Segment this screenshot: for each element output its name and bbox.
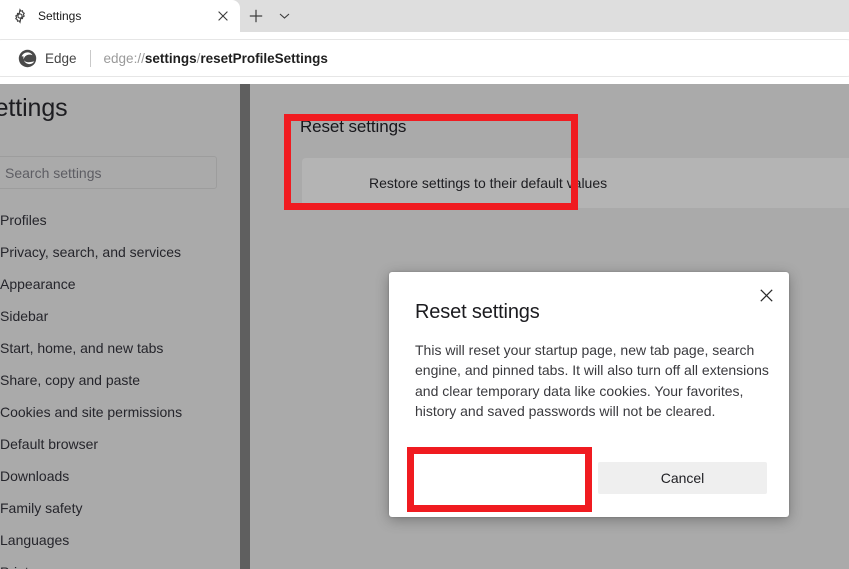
plus-icon[interactable] <box>243 4 269 28</box>
search-settings-input[interactable]: Search settings <box>0 156 217 189</box>
sidebar-item-label: Sidebar <box>0 308 49 324</box>
reset-settings-heading: Reset settings <box>300 117 407 136</box>
sidebar-item-label: Start, home, and new tabs <box>0 340 164 356</box>
reset-button[interactable]: Reset <box>415 462 584 494</box>
restore-defaults-label: Restore settings to their default values <box>369 175 608 191</box>
sidebar-item-cookies-site-permissions[interactable]: Cookies and site permissions <box>0 396 240 428</box>
page-title: Settings <box>0 94 68 122</box>
sidebar-item-default-browser[interactable]: Default browser <box>0 428 240 460</box>
dialog-button-row: Reset Cancel <box>415 462 767 494</box>
dialog-body-text: This will reset your startup page, new t… <box>415 342 769 420</box>
sidebar-item-sidebar[interactable]: Sidebar <box>0 300 240 332</box>
sidebar-item-label: Default browser <box>0 436 99 452</box>
chevron-down-icon[interactable] <box>272 4 296 28</box>
settings-sidebar: Settings Search settings Profiles Privac… <box>0 84 240 569</box>
sidebar-item-appearance[interactable]: Appearance <box>0 268 240 300</box>
cancel-button[interactable]: Cancel <box>598 462 767 494</box>
tab-strip: Settings <box>0 0 849 32</box>
sidebar-item-label: Share, copy and paste <box>0 372 141 388</box>
url-segment-page: resetProfileSettings <box>200 50 328 66</box>
sidebar-item-start-home-new-tabs[interactable]: Start, home, and new tabs <box>0 332 240 364</box>
reset-settings-dialog: Reset settings This will reset your star… <box>389 272 789 517</box>
url-segment-settings: settings <box>144 50 197 66</box>
sidebar-item-label: Downloads <box>0 468 70 484</box>
sidebar-item-label: Printers <box>0 564 48 569</box>
restore-defaults-row[interactable]: Restore settings to their default values <box>302 158 849 208</box>
dialog-title: Reset settings <box>415 301 540 323</box>
close-icon[interactable] <box>752 281 780 309</box>
sidebar-item-privacy-search-services[interactable]: Privacy, search, and services <box>0 236 240 268</box>
url-text: edge://settings/resetProfileSettings <box>104 51 328 66</box>
sidebar-item-label: Appearance <box>0 276 76 292</box>
omnibox-brand-label: Edge <box>45 50 77 66</box>
settings-nav-list: Profiles Privacy, search, and services A… <box>0 204 240 569</box>
sidebar-item-label: Family safety <box>0 500 83 516</box>
sidebar-item-languages[interactable]: Languages <box>0 524 240 556</box>
address-bar[interactable]: Edge edge://settings/resetProfileSetting… <box>0 40 849 76</box>
sidebar-item-share-copy-paste[interactable]: Share, copy and paste <box>0 364 240 396</box>
url-prefix: edge:// <box>103 50 145 66</box>
sidebar-item-label: Cookies and site permissions <box>0 404 183 420</box>
tab-settings[interactable]: Settings <box>0 0 240 32</box>
tab-title: Settings <box>38 9 82 23</box>
gear-icon <box>12 8 28 24</box>
sidebar-item-downloads[interactable]: Downloads <box>0 460 240 492</box>
sidebar-item-label: Languages <box>0 532 70 548</box>
vertical-scrollbar-thumb[interactable] <box>240 84 250 569</box>
sidebar-item-printers[interactable]: Printers <box>0 556 240 569</box>
browser-toolbar: Edge edge://settings/resetProfileSetting… <box>0 32 849 84</box>
close-icon[interactable] <box>214 7 232 25</box>
omnibox-divider <box>89 49 91 67</box>
sidebar-item-profiles[interactable]: Profiles <box>0 204 240 236</box>
sidebar-item-label: Profiles <box>0 212 47 228</box>
search-placeholder: Search settings <box>5 164 102 181</box>
sidebar-item-label: Privacy, search, and services <box>0 244 182 260</box>
browser-window: Settings Edge edge://settings/resetProfi… <box>0 0 849 569</box>
edge-logo-icon <box>18 49 37 68</box>
sidebar-item-family-safety[interactable]: Family safety <box>0 492 240 524</box>
